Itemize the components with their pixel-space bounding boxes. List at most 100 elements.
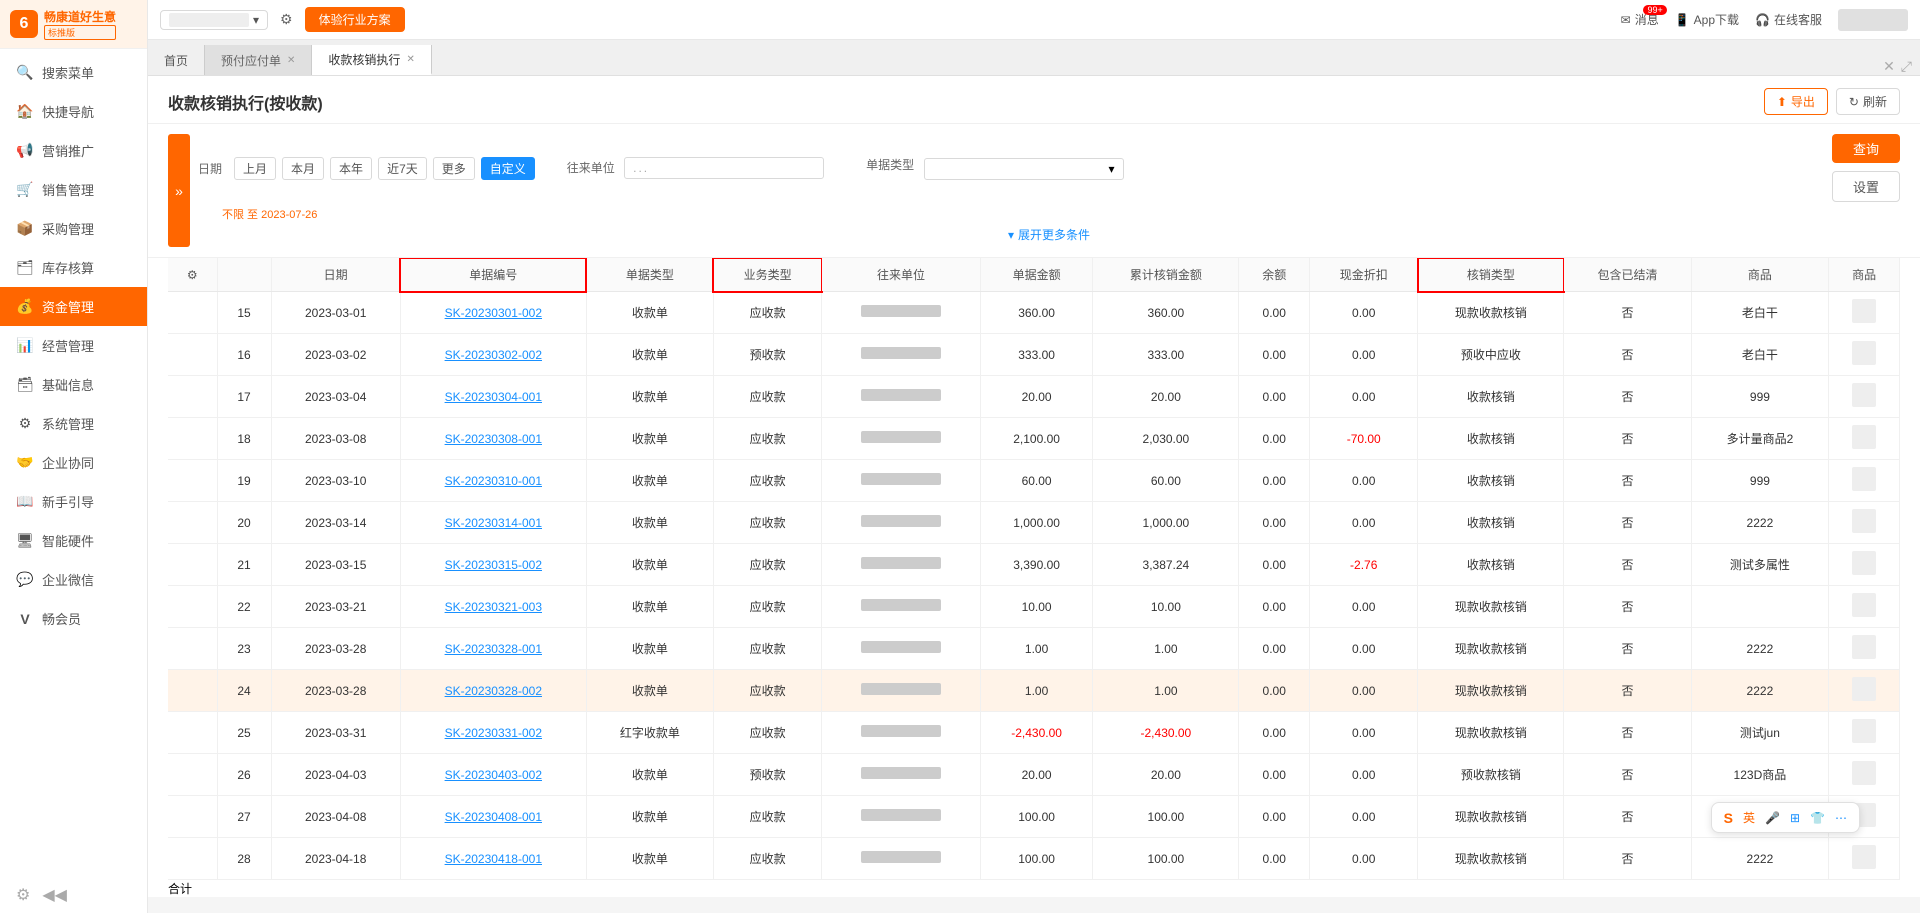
table-scroll-area[interactable]: ⚙ 日期 单据编号 单据类型 业务类型 往来单位 单据金额 累计核销金额 余额 …	[148, 258, 1920, 913]
date-prev-month[interactable]: 上月	[234, 157, 276, 180]
row-date: 2023-03-28	[271, 670, 400, 712]
row-checkbox[interactable]	[168, 754, 217, 796]
row-checkbox[interactable]	[168, 628, 217, 670]
ime-grid-icon[interactable]: ⊞	[1790, 811, 1800, 825]
row-checkbox[interactable]	[168, 586, 217, 628]
row-voucher-no[interactable]: SK-20230331-002	[400, 712, 586, 754]
date-custom[interactable]: 自定义	[481, 157, 535, 180]
sidebar-item-search[interactable]: 🔍 搜索菜单	[0, 53, 147, 92]
row-include-settled: 否	[1564, 670, 1691, 712]
sidebar-item-sales[interactable]: 🛒 销售管理	[0, 170, 147, 209]
solution-button[interactable]: 体验行业方案	[305, 7, 405, 32]
row-voucher-no[interactable]: SK-20230403-002	[400, 754, 586, 796]
ime-more-icon[interactable]: ⋯	[1835, 811, 1847, 825]
date-more[interactable]: 更多	[433, 157, 475, 180]
sidebar-item-base[interactable]: 🗃 基础信息	[0, 365, 147, 404]
row-checkbox[interactable]	[168, 334, 217, 376]
col-gear-header[interactable]: ⚙	[168, 258, 217, 292]
row-voucher-no[interactable]: SK-20230304-001	[400, 376, 586, 418]
row-amount: 100.00	[980, 796, 1093, 838]
sidebar-item-guide[interactable]: 📖 新手引导	[0, 482, 147, 521]
tab-home[interactable]: 首页	[148, 45, 205, 75]
tab-collection[interactable]: 收款核销执行 ✕	[312, 45, 431, 75]
setting-button[interactable]: 设置	[1832, 171, 1900, 202]
row-balance: 0.00	[1239, 292, 1310, 334]
row-checkbox[interactable]	[168, 670, 217, 712]
topbar-gear-icon[interactable]: ⚙	[280, 11, 293, 28]
ime-mic-icon[interactable]: 🎤	[1765, 811, 1780, 825]
row-product: 老白干	[1691, 292, 1829, 334]
sidebar-item-wechat[interactable]: 💬 企业微信	[0, 560, 147, 599]
sidebar-item-inventory[interactable]: 🗂 库存核算	[0, 248, 147, 287]
row-date: 2023-03-02	[271, 334, 400, 376]
row-seq: 27	[217, 796, 271, 838]
row-voucher-no[interactable]: SK-20230308-001	[400, 418, 586, 460]
tab-collection-close[interactable]: ✕	[406, 54, 414, 65]
row-voucher-no[interactable]: SK-20230302-002	[400, 334, 586, 376]
row-balance: 0.00	[1239, 376, 1310, 418]
row-amount: 3,390.00	[980, 544, 1093, 586]
message-button[interactable]: ✉ 消息 99+	[1621, 11, 1659, 28]
row-voucher-no[interactable]: SK-20230321-003	[400, 586, 586, 628]
col-include-settled-header: 包含已结清	[1564, 258, 1691, 292]
tab-prepay[interactable]: 预付应付单 ✕	[205, 45, 312, 75]
row-checkbox[interactable]	[168, 502, 217, 544]
query-button[interactable]: 查询	[1832, 134, 1900, 163]
row-date: 2023-03-14	[271, 502, 400, 544]
sidebar-item-system[interactable]: ⚙ 系统管理	[0, 404, 147, 443]
sidebar-item-finance[interactable]: 💰 资金管理	[0, 287, 147, 326]
content-area: 收款核销执行(按收款) ⬆ 导出 ↻ 刷新 » 日期	[148, 76, 1920, 913]
row-voucher-no[interactable]: SK-20230301-002	[400, 292, 586, 334]
phone-icon: 📱	[1675, 13, 1690, 27]
refresh-button[interactable]: ↻ 刷新	[1836, 88, 1900, 115]
row-checkbox[interactable]	[168, 376, 217, 418]
date-7days[interactable]: 近7天	[378, 157, 427, 180]
row-voucher-no[interactable]: SK-20230315-002	[400, 544, 586, 586]
workspace-select[interactable]: ▾	[160, 10, 268, 30]
export-button[interactable]: ⬆ 导出	[1764, 88, 1828, 115]
row-voucher-no[interactable]: SK-20230310-001	[400, 460, 586, 502]
close-window-icon[interactable]: ✕	[1883, 58, 1895, 75]
row-checkbox[interactable]	[168, 712, 217, 754]
row-voucher-no[interactable]: SK-20230408-001	[400, 796, 586, 838]
row-writeoff-type: 现款收款核销	[1418, 670, 1564, 712]
row-cash-discount: 0.00	[1310, 628, 1418, 670]
collapse-icon[interactable]: ◀◀	[42, 885, 67, 905]
filter-toggle-button[interactable]: »	[168, 134, 190, 247]
settings-bottom-icon[interactable]: ⚙	[16, 885, 30, 905]
row-checkbox[interactable]	[168, 292, 217, 334]
row-checkbox[interactable]	[168, 838, 217, 880]
col-cash-discount-header: 现金折扣	[1310, 258, 1418, 292]
date-this-month[interactable]: 本月	[282, 157, 324, 180]
date-this-year[interactable]: 本年	[330, 157, 372, 180]
ime-shirt-icon[interactable]: 👕	[1810, 811, 1825, 825]
sidebar-item-hardware[interactable]: 🖥 智能硬件	[0, 521, 147, 560]
row-voucher-no[interactable]: SK-20230314-001	[400, 502, 586, 544]
sidebar-item-member[interactable]: V 畅会员	[0, 599, 147, 638]
sidebar-item-nav[interactable]: 🏠 快捷导航	[0, 92, 147, 131]
row-voucher-no[interactable]: SK-20230328-002	[400, 670, 586, 712]
app-download-button[interactable]: 📱 App下载	[1675, 11, 1739, 28]
online-service-button[interactable]: 🎧 在线客服	[1755, 11, 1822, 28]
voucher-type-select[interactable]: ▾	[924, 158, 1124, 180]
sidebar-item-purchase[interactable]: 📦 采购管理	[0, 209, 147, 248]
sidebar-item-enterprise[interactable]: 🤝 企业协同	[0, 443, 147, 482]
counterparty-input[interactable]: ...	[624, 157, 824, 179]
row-checkbox[interactable]	[168, 796, 217, 838]
tab-prepay-close[interactable]: ✕	[287, 55, 295, 66]
row-checkbox[interactable]	[168, 460, 217, 502]
expand-conditions[interactable]: ▾ 展开更多条件	[198, 222, 1900, 247]
row-checkbox[interactable]	[168, 544, 217, 586]
sidebar-item-operations[interactable]: 📊 经营管理	[0, 326, 147, 365]
sidebar-item-label: 销售管理	[42, 180, 94, 199]
chevron-down-icon: ▾	[253, 13, 259, 27]
row-voucher-no[interactable]: SK-20230328-001	[400, 628, 586, 670]
row-product-img	[1829, 376, 1900, 418]
col-balance-header: 余额	[1239, 258, 1310, 292]
row-voucher-no[interactable]: SK-20230418-001	[400, 838, 586, 880]
row-voucher-type: 收款单	[586, 376, 713, 418]
sidebar-item-marketing[interactable]: 📢 营销推广	[0, 131, 147, 170]
row-checkbox[interactable]	[168, 418, 217, 460]
maximize-window-icon[interactable]: ⤢	[1901, 58, 1912, 75]
row-amount: 1,000.00	[980, 502, 1093, 544]
